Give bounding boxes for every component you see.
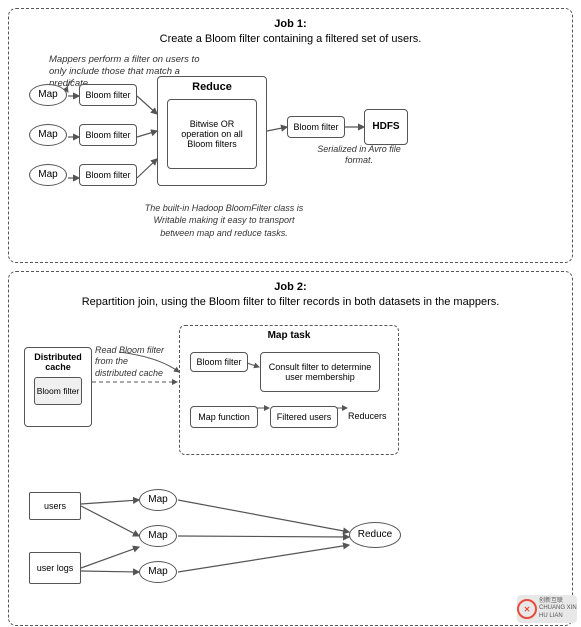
map-oval-1: Map <box>29 84 67 106</box>
read-bloom-annotation: Read Bloom filter from the distributed c… <box>95 345 170 380</box>
job1-bloom-column: Bloom filter Bloom filter Bloom filter <box>79 84 137 186</box>
job2-reduce-oval: Reduce <box>349 522 401 548</box>
job2-map-oval-2: Map <box>139 525 177 547</box>
user-logs-box: user logs <box>29 552 81 584</box>
job1-title: Job 1: Create a Bloom filter containing … <box>19 17 562 48</box>
dist-cache-label: Distributed cache <box>25 352 91 374</box>
map-oval-3: Map <box>29 164 67 186</box>
job1-bloom-1: Bloom filter <box>79 84 137 106</box>
map-task-box: Map task Bloom filter Consult filter to … <box>179 325 399 455</box>
job2-box: Job 2: Repartition join, using the Bloom… <box>8 271 573 626</box>
job1-content: Mappers perform a filter on users to onl… <box>19 54 562 254</box>
job2-title: Job 2: Repartition join, using the Bloom… <box>19 280 562 311</box>
map-oval-2: Map <box>29 124 67 146</box>
watermark: ✕ 创新互联 CHUANG XIN HU LIAN <box>517 595 577 623</box>
job1-bloom-2: Bloom filter <box>79 124 137 146</box>
cache-bloom-filter: Bloom filter <box>34 377 82 405</box>
main-container: Job 1: Create a Bloom filter containing … <box>0 0 581 627</box>
job1-bloom-3: Bloom filter <box>79 164 137 186</box>
job1-box: Job 1: Create a Bloom filter containing … <box>8 8 573 263</box>
consult-box: Consult filter to determine user members… <box>260 352 380 392</box>
job1-output-bloom: Bloom filter <box>287 116 345 138</box>
job2-content: Distributed cache Bloom filter Read Bloo… <box>19 317 562 617</box>
job1-reduce-box: Reduce Bitwise OR operation on all Bloom… <box>157 76 267 186</box>
distributed-cache-box: Distributed cache Bloom filter <box>24 347 92 427</box>
job2-map-oval-3: Map <box>139 561 177 583</box>
job1-map-column: Map Map Map <box>29 84 67 186</box>
watermark-icon: ✕ <box>517 599 537 619</box>
job1-annotation-bottom: The built-in Hadoop BloomFilter class is… <box>139 202 309 240</box>
map-function-box: Map function <box>190 406 258 428</box>
job1-annotation-avro: Serialized in Avro file format. <box>314 144 404 167</box>
users-box: users <box>29 492 81 520</box>
filtered-users-box: Filtered users <box>270 406 338 428</box>
job1-inner-reduce: Bitwise OR operation on all Bloom filter… <box>167 99 257 169</box>
job1-reduce-label: Reduce <box>192 81 232 93</box>
job1-hdfs: HDFS <box>364 109 408 145</box>
map-task-bloom: Bloom filter <box>190 352 248 372</box>
map-task-title: Map task <box>180 330 398 341</box>
job2-map-oval-1: Map <box>139 489 177 511</box>
watermark-text: 创新互联 CHUANG XIN HU LIAN <box>539 598 577 620</box>
reducers-label: Reducers <box>348 411 387 421</box>
